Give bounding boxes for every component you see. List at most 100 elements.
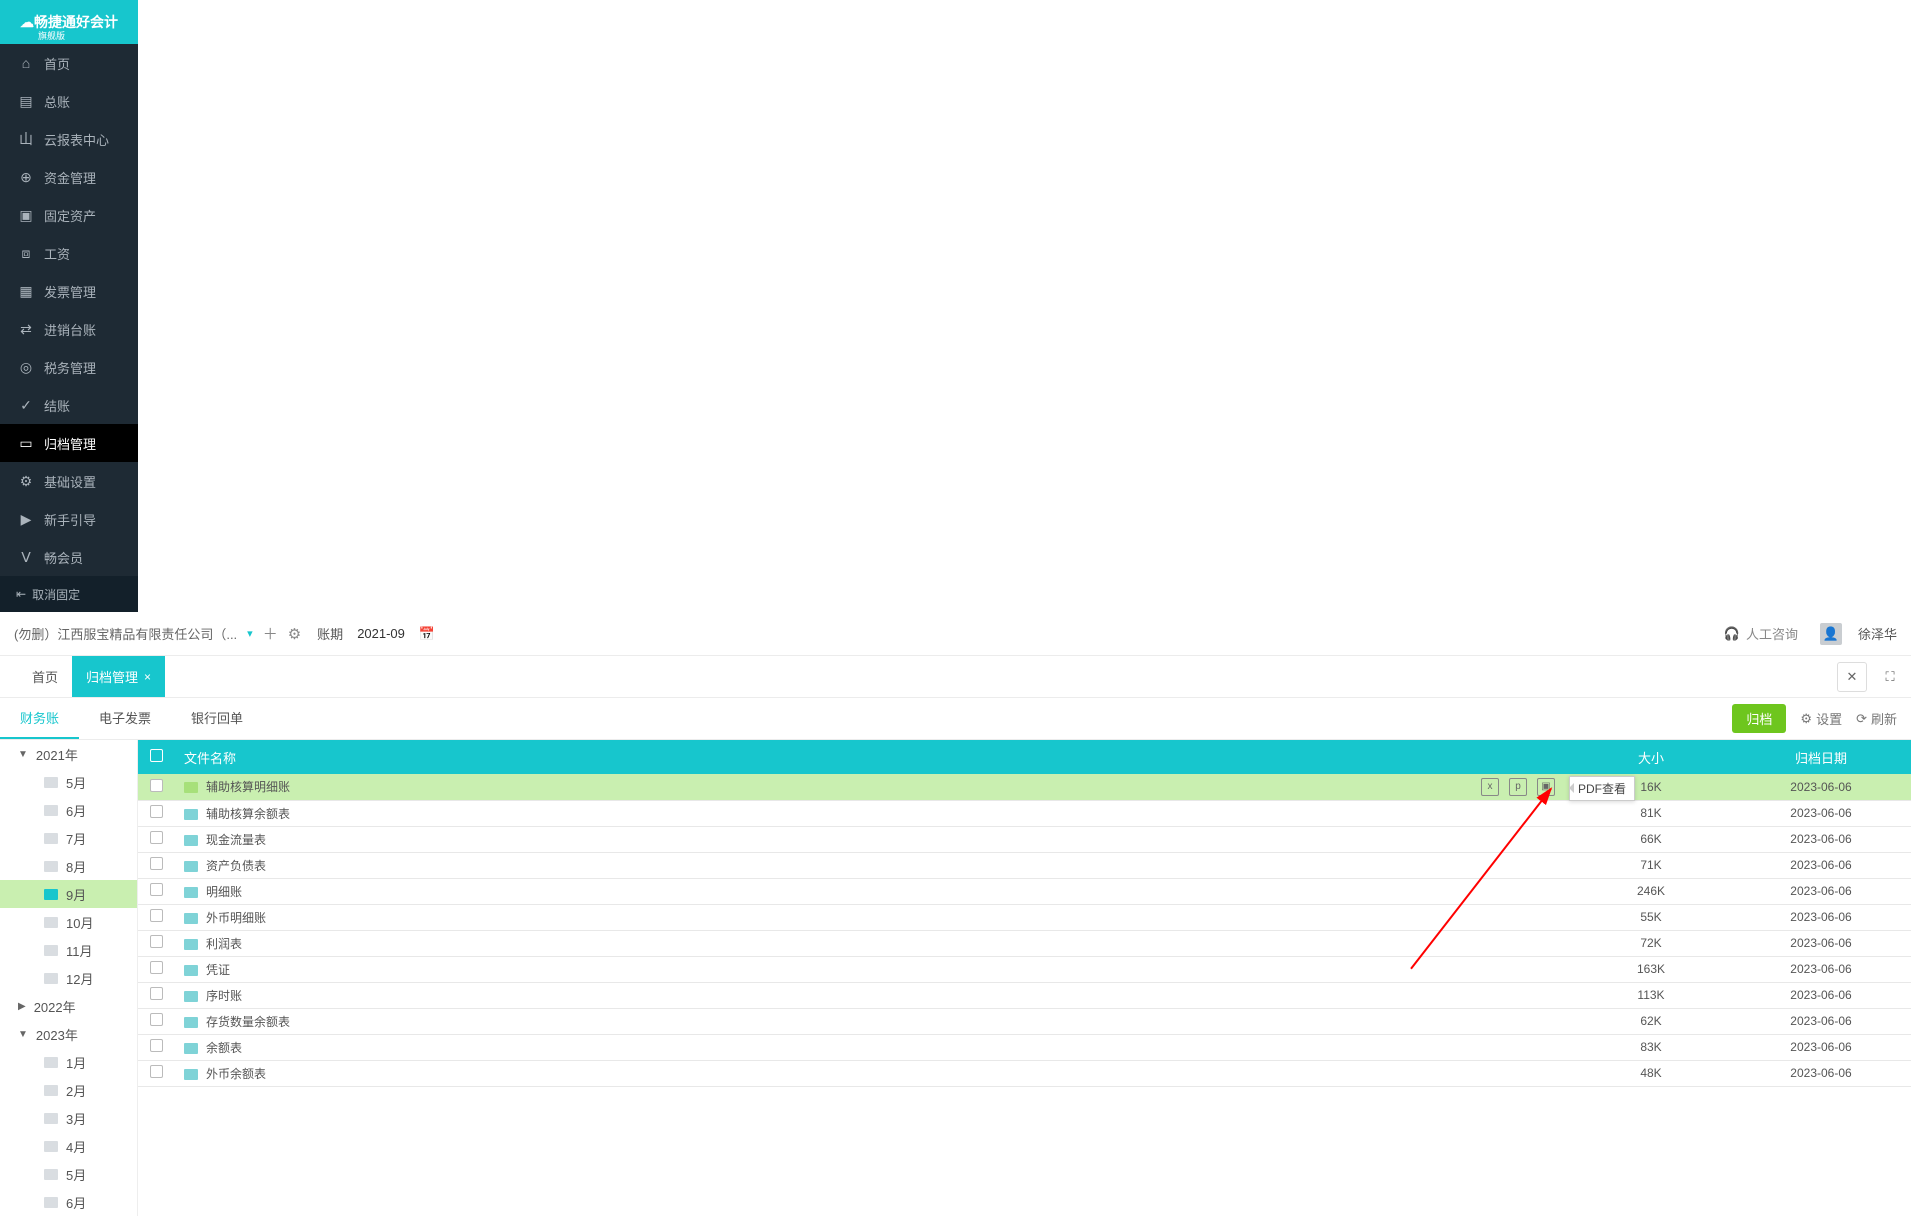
tree-month[interactable]: 5月: [0, 1160, 137, 1188]
tree-month[interactable]: 3月: [0, 1104, 137, 1132]
file-date: 2023-06-06: [1731, 982, 1911, 1008]
file-grid: 文件名称 大小 归档日期 辅助核算明细账xp▣16K2023-06-06辅助核算…: [138, 740, 1911, 1216]
file-name: 现金流量表: [206, 833, 266, 847]
refresh-button[interactable]: ⟳刷新: [1856, 709, 1897, 728]
row-checkbox[interactable]: [150, 883, 163, 896]
table-row[interactable]: 外币余额表48K2023-06-06: [138, 1060, 1911, 1086]
tree-month[interactable]: 6月: [0, 796, 137, 824]
add-company-button[interactable]: ＋: [263, 623, 278, 644]
tree-month[interactable]: 4月: [0, 1132, 137, 1160]
file-size: 83K: [1571, 1034, 1731, 1060]
file-table: 文件名称 大小 归档日期 辅助核算明细账xp▣16K2023-06-06辅助核算…: [138, 740, 1911, 1087]
close-all-tabs-button[interactable]: ✕: [1837, 662, 1867, 692]
col-checkbox[interactable]: [138, 740, 174, 774]
nav-item-4[interactable]: ▣固定资产: [0, 196, 138, 234]
row-checkbox[interactable]: [150, 1065, 163, 1078]
folder-icon: [184, 861, 198, 872]
nav-item-1[interactable]: ▤总账: [0, 82, 138, 120]
nav-item-10[interactable]: ▭归档管理: [0, 424, 138, 462]
tree-year[interactable]: ▼2021年: [0, 740, 137, 768]
table-row[interactable]: 存货数量余额表62K2023-06-06: [138, 1008, 1911, 1034]
tab-close-icon[interactable]: ×: [144, 670, 151, 684]
export-pdf-icon[interactable]: p: [1509, 778, 1527, 796]
tree-month[interactable]: 7月: [0, 824, 137, 852]
folder-icon: [184, 1043, 198, 1054]
nav-item-11[interactable]: ⚙基础设置: [0, 462, 138, 500]
row-checkbox[interactable]: [150, 779, 163, 792]
table-row[interactable]: 利润表72K2023-06-06: [138, 930, 1911, 956]
avatar[interactable]: 👤: [1820, 623, 1842, 645]
archive-button[interactable]: 归档: [1732, 704, 1786, 733]
table-row[interactable]: 明细账246K2023-06-06: [138, 878, 1911, 904]
period-value[interactable]: 2021-09: [357, 626, 405, 641]
tree-month[interactable]: 5月: [0, 768, 137, 796]
sidebar: ☁ 畅捷通好会计 旗舰版 ⌂首页▤总账⼭云报表中心⊕资金管理▣固定资产⧈工资▦发…: [0, 0, 138, 612]
nav-label: 税务管理: [44, 358, 96, 377]
nav-label: 工资: [44, 244, 70, 263]
row-checkbox[interactable]: [150, 1039, 163, 1052]
company-settings-button[interactable]: ⚙: [288, 625, 301, 643]
row-checkbox[interactable]: [150, 831, 163, 844]
file-name: 辅助核算余额表: [206, 807, 290, 821]
table-row[interactable]: 序时账113K2023-06-06: [138, 982, 1911, 1008]
row-checkbox[interactable]: [150, 961, 163, 974]
tree-month[interactable]: 11月: [0, 936, 137, 964]
table-row[interactable]: 资产负债表71K2023-06-06: [138, 852, 1911, 878]
subtab-bank[interactable]: 银行回单: [171, 698, 263, 739]
file-name: 序时账: [206, 989, 242, 1003]
nav-item-8[interactable]: ◎税务管理: [0, 348, 138, 386]
file-size: 81K: [1571, 800, 1731, 826]
table-row[interactable]: 外币明细账55K2023-06-06: [138, 904, 1911, 930]
fullscreen-button[interactable]: ⛶: [1875, 662, 1905, 692]
subtab-finance[interactable]: 财务账: [0, 698, 79, 739]
nav-item-12[interactable]: ▶新手引导: [0, 500, 138, 538]
tab-archive[interactable]: 归档管理 ×: [72, 656, 165, 697]
view-pdf-icon[interactable]: ▣: [1537, 778, 1555, 796]
unpin-button[interactable]: ⇤ 取消固定: [0, 576, 138, 612]
nav-item-13[interactable]: Ⅴ畅会员: [0, 538, 138, 576]
company-selector[interactable]: (勿删）江西服宝精品有限责任公司（...: [14, 624, 237, 643]
row-checkbox[interactable]: [150, 857, 163, 870]
row-checkbox[interactable]: [150, 935, 163, 948]
support-label: 人工咨询: [1746, 624, 1798, 643]
nav-item-6[interactable]: ▦发票管理: [0, 272, 138, 310]
nav-item-0[interactable]: ⌂首页: [0, 44, 138, 82]
support-button[interactable]: 🎧 人工咨询: [1724, 624, 1798, 643]
tree-month[interactable]: 9月: [0, 880, 137, 908]
tree-month[interactable]: 2月: [0, 1076, 137, 1104]
nav-item-2[interactable]: ⼭云报表中心: [0, 120, 138, 158]
subtabs: 财务账 电子发票 银行回单: [0, 698, 263, 739]
tree-year[interactable]: ▶2022年: [0, 992, 137, 1020]
calendar-icon[interactable]: 📅: [419, 626, 435, 642]
nav-icon: ⚙: [18, 473, 34, 489]
nav-item-3[interactable]: ⊕资金管理: [0, 158, 138, 196]
tree-month[interactable]: 6月: [0, 1188, 137, 1216]
table-row[interactable]: 余额表83K2023-06-06: [138, 1034, 1911, 1060]
row-checkbox[interactable]: [150, 987, 163, 1000]
row-checkbox[interactable]: [150, 1013, 163, 1026]
nav-label: 固定资产: [44, 206, 96, 225]
table-row[interactable]: 凭证163K2023-06-06: [138, 956, 1911, 982]
nav-item-9[interactable]: ✓结账: [0, 386, 138, 424]
folder-icon: [44, 889, 58, 900]
table-row[interactable]: 现金流量表66K2023-06-06: [138, 826, 1911, 852]
company-chevron-down-icon[interactable]: ▾: [247, 627, 253, 640]
tree-month[interactable]: 10月: [0, 908, 137, 936]
tab-home[interactable]: 首页: [18, 656, 72, 697]
user-name[interactable]: 徐泽华: [1858, 624, 1897, 643]
tree-month[interactable]: 8月: [0, 852, 137, 880]
tree-month[interactable]: 12月: [0, 964, 137, 992]
row-checkbox[interactable]: [150, 805, 163, 818]
row-checkbox[interactable]: [150, 909, 163, 922]
settings-button[interactable]: ⚙设置: [1800, 709, 1842, 728]
subtab-einvoice[interactable]: 电子发票: [79, 698, 171, 739]
table-row[interactable]: 辅助核算明细账xp▣16K2023-06-06: [138, 774, 1911, 800]
tree-year[interactable]: ▼2023年: [0, 1020, 137, 1048]
nav-icon: ⧈: [18, 245, 34, 261]
tree-month[interactable]: 1月: [0, 1048, 137, 1076]
export-excel-icon[interactable]: x: [1481, 778, 1499, 796]
table-row[interactable]: 辅助核算余额表81K2023-06-06: [138, 800, 1911, 826]
nav-item-7[interactable]: ⇄进销台账: [0, 310, 138, 348]
nav-icon: ⼭: [18, 131, 34, 147]
nav-item-5[interactable]: ⧈ 工资: [0, 234, 138, 272]
